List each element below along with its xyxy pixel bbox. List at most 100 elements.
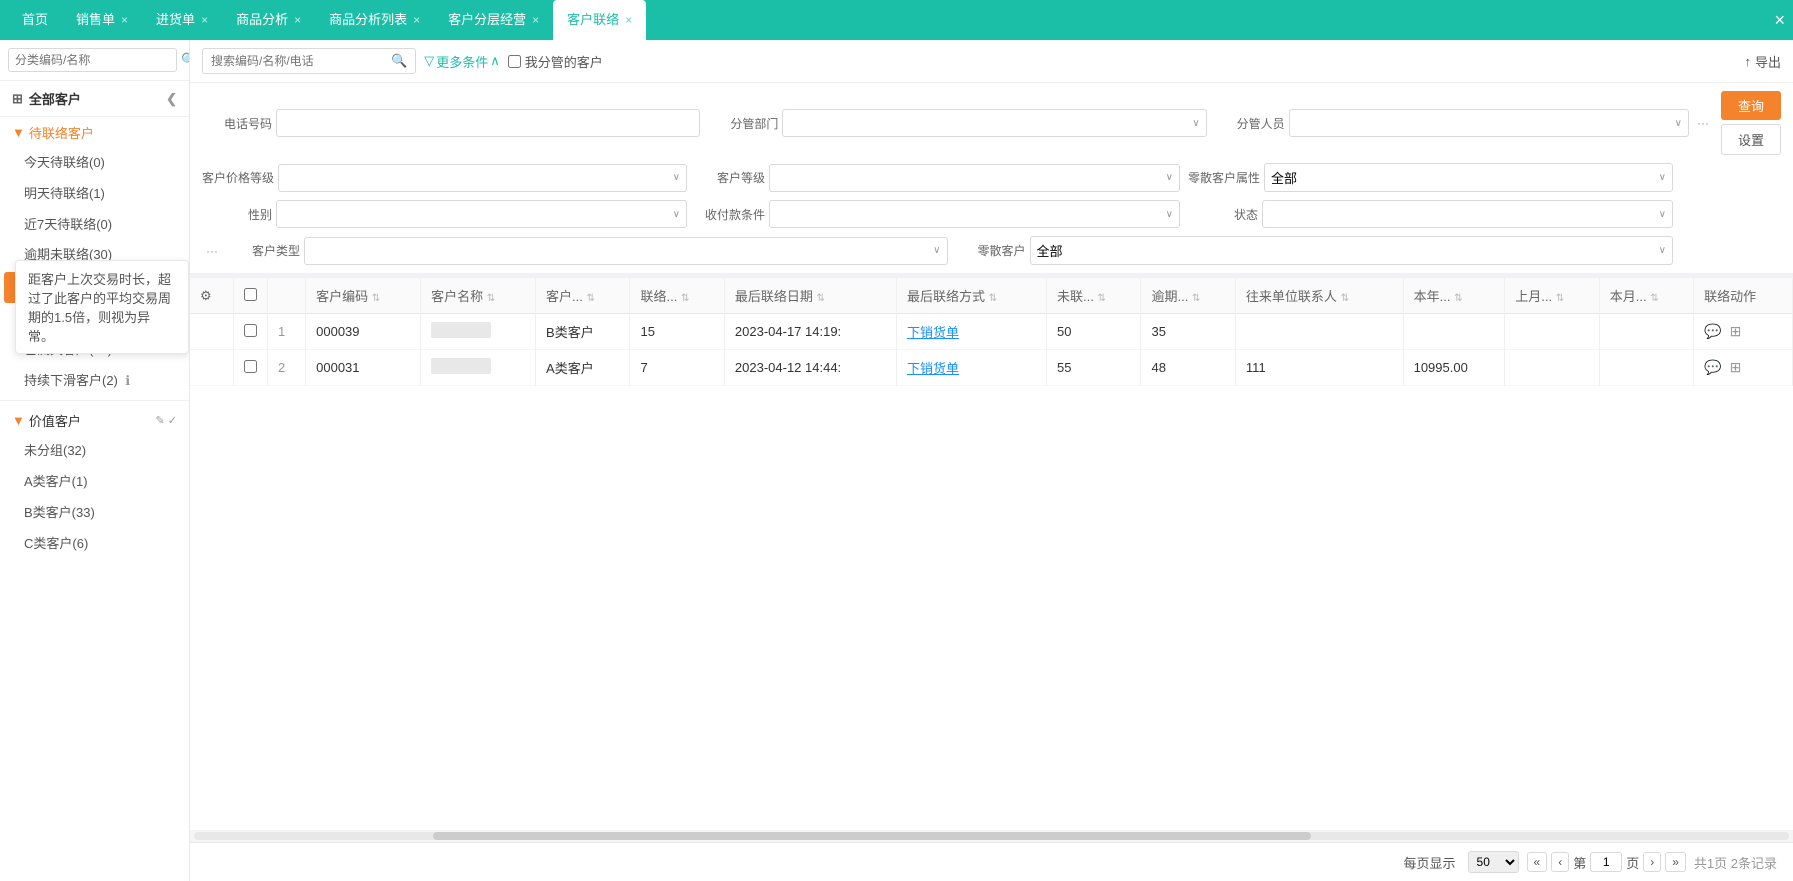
export-btn[interactable]: ↑ 导出 [1744,52,1781,71]
sort-code-icon[interactable]: ⇅ [372,293,380,304]
window-close-button[interactable]: × [1774,10,1785,31]
th-unit-contact[interactable]: 往来单位联系人 ⇅ [1235,278,1403,314]
retail-attr-select[interactable]: 全部 ∨ [1264,163,1673,192]
sidebar-item-a-class[interactable]: A类客户(1) [0,467,189,498]
nav-customer-contact[interactable]: 客户联络 × [553,0,646,40]
close-customer-contact-icon[interactable]: × [625,0,632,40]
th-overdue[interactable]: 逾期... ⇅ [1141,278,1235,314]
retail-attr-arrow-icon: ∨ [1659,172,1666,183]
nav-product-analysis[interactable]: 商品分析 × [222,0,315,40]
nav-sales-order[interactable]: 销售单 × [62,0,142,40]
sort-unread-icon[interactable]: ⇅ [1098,293,1106,304]
close-product-analysis-icon[interactable]: × [294,0,301,40]
th-name[interactable]: 客户名称 ⇅ [421,278,536,314]
sidebar-search-input[interactable] [8,48,177,72]
td-last-contact-method-2[interactable]: 下销货单 [896,350,1046,386]
sidebar-item-b-class[interactable]: B类客户(33) [0,498,189,529]
sort-contact-icon[interactable]: ⇅ [681,293,689,304]
row1-checkbox[interactable] [244,324,257,337]
dept-arrow-icon: ∨ [1192,118,1199,129]
payment-select[interactable]: ∨ [769,200,1180,228]
th-type[interactable]: 客户... ⇅ [536,278,630,314]
close-purchase-order-icon[interactable]: × [201,0,208,40]
search-input[interactable] [211,54,391,68]
scroll-track[interactable] [194,832,1789,840]
top-nav: 首页 销售单 × 进货单 × 商品分析 × 商品分析列表 × 客户分层经营 × … [0,0,1793,40]
retail-customer-select[interactable]: 全部 ∨ [1030,236,1674,265]
select-all-checkbox[interactable] [244,288,257,301]
sort-year-icon[interactable]: ⇅ [1454,293,1462,304]
query-button[interactable]: 查询 [1721,91,1781,120]
sidebar-item-c-class[interactable]: C类客户(6) [0,529,189,560]
my-customers-checkbox[interactable] [508,55,521,68]
td-last-contact-method-1[interactable]: 下销货单 [896,314,1046,350]
th-code[interactable]: 客户编码 ⇅ [306,278,421,314]
sort-last-month-icon[interactable]: ⇅ [1556,293,1564,304]
action-chat-icon-1[interactable]: 💬 [1704,323,1721,340]
close-product-list-icon[interactable]: × [413,0,420,40]
manager-more-btn[interactable]: ··· [1693,116,1713,130]
th-unread[interactable]: 未联... ⇅ [1047,278,1141,314]
horizontal-scrollbar[interactable] [190,830,1793,842]
nav-product-analysis-list[interactable]: 商品分析列表 × [315,0,434,40]
th-last-contact-date[interactable]: 最后联络日期 ⇅ [724,278,896,314]
collapse-arrow-icon[interactable]: ❮ [166,91,177,107]
sidebar-item-7days[interactable]: 近7天待联络(0) [0,210,189,241]
my-customers-checkbox-label[interactable]: 我分管的客户 [508,52,603,71]
th-this-year[interactable]: 本年... ⇅ [1403,278,1505,314]
value-customer-group[interactable]: ▼ 价值客户 ✎ ✓ [0,405,189,436]
dept-select[interactable]: ∨ [782,109,1206,137]
th-index [267,278,305,314]
nav-purchase-order[interactable]: 进货单 × [142,0,222,40]
nav-home[interactable]: 首页 [8,0,62,40]
sort-date-icon[interactable]: ⇅ [817,293,825,304]
sidebar-item-unclassified[interactable]: 未分组(32) [0,436,189,467]
all-customers-title[interactable]: ⊞ 全部客户 ❮ [0,81,189,117]
first-page-btn[interactable]: « [1527,852,1548,872]
table-settings-icon[interactable]: ⚙ [200,288,212,303]
td-last-contact-date-1: 2023-04-17 14:19: [724,314,896,350]
last-page-btn[interactable]: » [1665,852,1686,872]
sidebar-search-icon[interactable]: 🔍 [181,52,190,68]
action-grid-icon-2[interactable]: ⊞ [1730,359,1742,376]
close-sales-order-icon[interactable]: × [121,0,128,40]
pending-contact-group[interactable]: ▼ 待联络客户 [0,117,189,148]
action-chat-icon-2[interactable]: 💬 [1704,359,1721,376]
more-conditions-btn[interactable]: ▽ 更多条件 ∧ [424,52,500,71]
gender-select[interactable]: ∨ [276,200,687,228]
sidebar-item-today[interactable]: 今天待联络(0) [0,148,189,179]
manager-select[interactable]: ∨ [1289,109,1689,137]
next-page-btn[interactable]: › [1643,852,1661,872]
row2-checkbox[interactable] [244,360,257,373]
row4-more-btn[interactable]: ··· [202,244,222,258]
phone-input[interactable] [276,109,700,137]
sort-type-icon[interactable]: ⇅ [587,293,595,304]
th-last-month[interactable]: 上月... ⇅ [1505,278,1599,314]
price-level-select[interactable]: ∨ [278,164,687,192]
scroll-thumb[interactable] [433,832,1310,840]
customer-type-select[interactable]: ∨ [304,237,948,265]
action-grid-icon-1[interactable]: ⊞ [1730,323,1742,340]
nav-customer-tier[interactable]: 客户分层经营 × [434,0,553,40]
customer-level-select[interactable]: ∨ [769,164,1180,192]
status-select[interactable]: ∨ [1262,200,1673,228]
sort-this-month-icon[interactable]: ⇅ [1650,293,1658,304]
page-size-select[interactable]: 50 100 200 [1468,851,1519,873]
setting-button[interactable]: 设置 [1721,124,1781,155]
sort-overdue-icon[interactable]: ⇅ [1192,293,1200,304]
sort-name-icon[interactable]: ⇅ [487,293,495,304]
close-customer-tier-icon[interactable]: × [532,0,539,40]
table-section: ⚙ 客户编码 ⇅ 客户名称 ⇅ [190,278,1793,830]
prev-page-btn[interactable]: ‹ [1551,852,1569,872]
th-this-month[interactable]: 本月... ⇅ [1599,278,1693,314]
sort-unit-icon[interactable]: ⇅ [1341,293,1349,304]
search-bar-icon[interactable]: 🔍 [391,53,407,69]
edit-icon[interactable]: ✎ ✓ [156,414,178,427]
th-contact[interactable]: 联络... ⇅ [630,278,724,314]
th-settings[interactable]: ⚙ [190,278,233,314]
th-last-contact-method[interactable]: 最后联络方式 ⇅ [896,278,1046,314]
sort-method-icon[interactable]: ⇅ [989,293,997,304]
page-number-input[interactable] [1590,852,1622,872]
sidebar-item-tomorrow[interactable]: 明天待联络(1) [0,179,189,210]
sidebar-item-declining[interactable]: 持续下滑客户(2) ℹ [0,366,189,397]
